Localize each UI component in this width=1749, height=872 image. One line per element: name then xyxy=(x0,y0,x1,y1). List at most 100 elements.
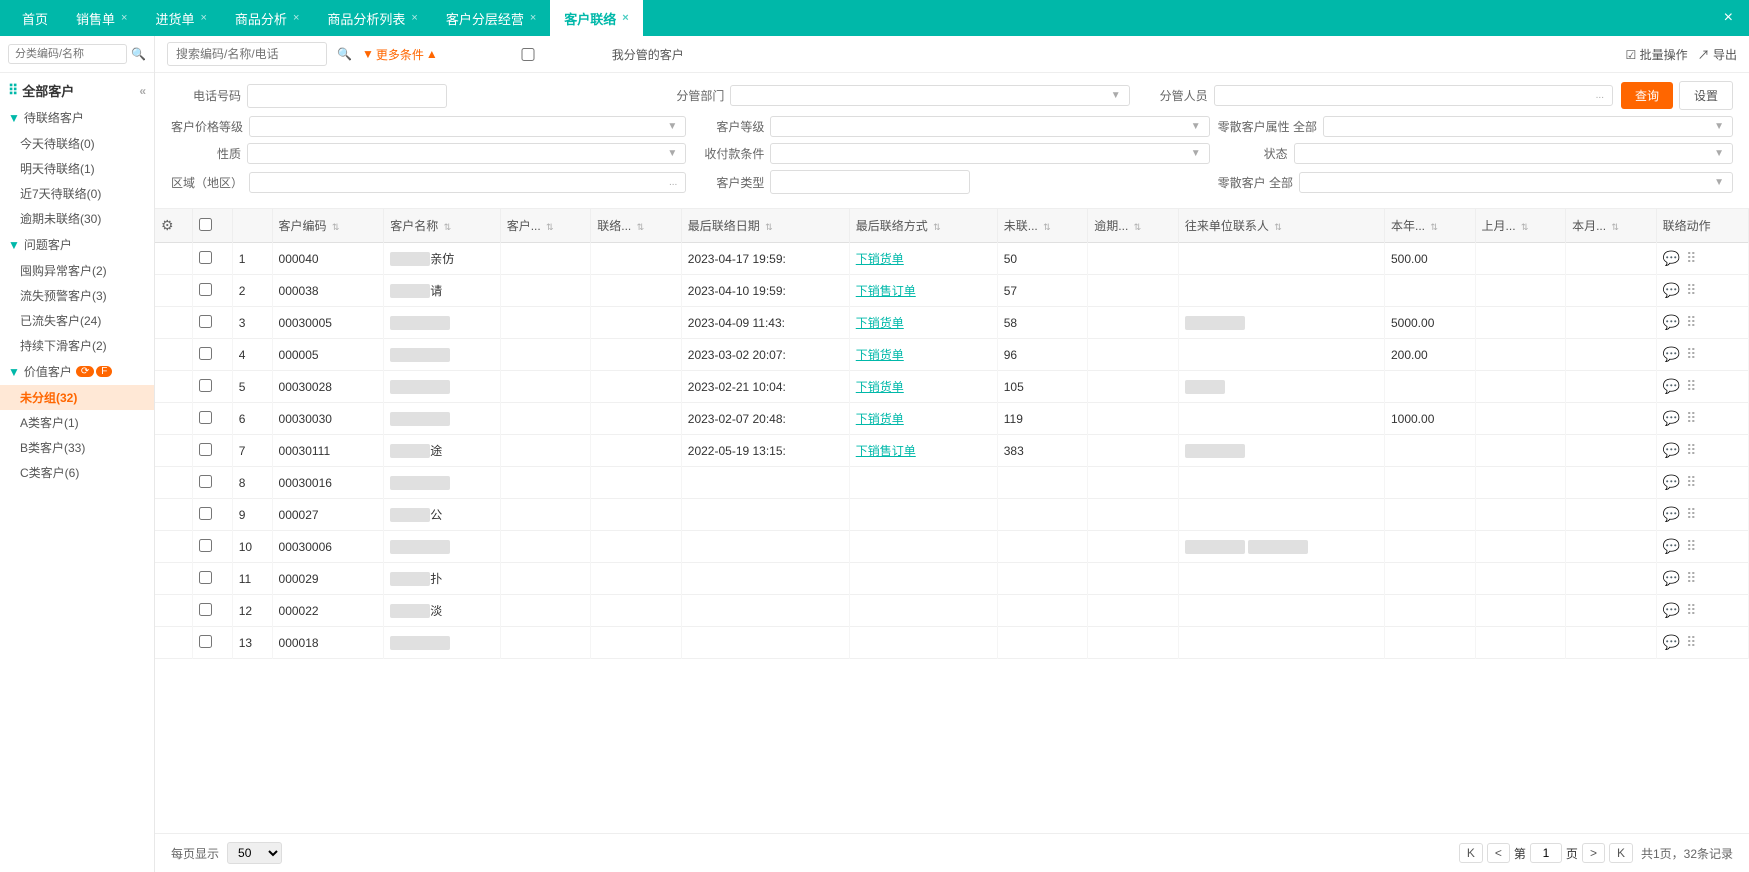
apps-icon[interactable]: ⠿ xyxy=(1686,570,1696,587)
message-icon[interactable]: 💬 xyxy=(1663,346,1680,363)
sidebar-item-overdue[interactable]: 逾期未联络(30) xyxy=(0,206,154,231)
apps-icon[interactable]: ⠿ xyxy=(1686,474,1696,491)
batch-op-button[interactable]: ☑ 批量操作 xyxy=(1626,46,1688,63)
th-code[interactable]: 客户编码 ⇅ xyxy=(272,209,384,243)
next-page-button[interactable]: > xyxy=(1582,843,1605,863)
sidebar-item-today[interactable]: 今天待联络(0) xyxy=(0,131,154,156)
td-checkbox[interactable] xyxy=(193,339,232,371)
sidebar-item-class-a[interactable]: A类客户(1) xyxy=(0,410,154,435)
apps-icon[interactable]: ⠿ xyxy=(1686,378,1696,395)
apps-icon[interactable]: ⠿ xyxy=(1686,410,1696,427)
more-filters-button[interactable]: ▼ 更多条件 ▲ xyxy=(362,46,438,63)
th-overdue[interactable]: 逾期... ⇅ xyxy=(1088,209,1179,243)
row-checkbox[interactable] xyxy=(199,635,212,648)
td-checkbox[interactable] xyxy=(193,499,232,531)
th-last-date[interactable]: 最后联络日期 ⇅ xyxy=(681,209,849,243)
price-grade-select[interactable]: ▼ xyxy=(249,116,686,137)
sidebar-item-churn-warning[interactable]: 流失预警客户(3) xyxy=(0,283,154,308)
th-gear[interactable]: ⚙ xyxy=(155,209,193,243)
filter-search-icon[interactable]: 🔍 xyxy=(337,47,352,61)
first-page-button[interactable]: K xyxy=(1459,843,1483,863)
sidebar-item-class-b[interactable]: B类客户(33) xyxy=(0,435,154,460)
nav-product-list-close[interactable]: × xyxy=(411,12,417,24)
th-last-method[interactable]: 最后联络方式 ⇅ xyxy=(849,209,997,243)
td-checkbox[interactable] xyxy=(193,307,232,339)
row-checkbox[interactable] xyxy=(199,347,212,360)
customer-grade-select[interactable]: ▼ xyxy=(770,116,1209,137)
contact-method-link[interactable]: 下销货单 xyxy=(856,412,904,426)
contact-method-link[interactable]: 下销货单 xyxy=(856,348,904,362)
row-checkbox[interactable] xyxy=(199,315,212,328)
prev-page-button[interactable]: < xyxy=(1487,843,1510,863)
nav-product-analysis[interactable]: 商品分析 × xyxy=(221,0,313,36)
message-icon[interactable]: 💬 xyxy=(1663,538,1680,555)
sidebar-search-input[interactable] xyxy=(8,44,127,64)
page-number-input[interactable] xyxy=(1530,843,1562,863)
phone-input[interactable] xyxy=(247,84,447,108)
retail-attr-select[interactable]: ▼ xyxy=(1323,116,1733,137)
row-checkbox[interactable] xyxy=(199,283,212,296)
row-checkbox[interactable] xyxy=(199,571,212,584)
payment-select[interactable]: ▼ xyxy=(770,143,1209,164)
apps-icon[interactable]: ⠿ xyxy=(1686,506,1696,523)
contact-method-link[interactable]: 下销货单 xyxy=(856,316,904,330)
apps-icon[interactable]: ⠿ xyxy=(1686,442,1696,459)
apps-icon[interactable]: ⠿ xyxy=(1686,282,1696,299)
message-icon[interactable]: 💬 xyxy=(1663,378,1680,395)
export-button[interactable]: ↗ 导出 xyxy=(1698,46,1737,63)
my-customers-checkbox[interactable] xyxy=(448,48,608,61)
window-close-button[interactable]: × xyxy=(1716,9,1741,27)
sidebar-item-declining[interactable]: 持续下滑客户(2) xyxy=(0,333,154,358)
th-this-year[interactable]: 本年... ⇅ xyxy=(1384,209,1475,243)
pending-group-header[interactable]: ▼ 待联络客户 xyxy=(0,104,154,131)
th-not-contacted[interactable]: 未联... ⇅ xyxy=(997,209,1088,243)
message-icon[interactable]: 💬 xyxy=(1663,250,1680,267)
sidebar-item-7days[interactable]: 近7天待联络(0) xyxy=(0,181,154,206)
row-checkbox[interactable] xyxy=(199,251,212,264)
all-customers-header[interactable]: ⠿ 全部客户 « xyxy=(0,73,154,104)
row-checkbox[interactable] xyxy=(199,539,212,552)
th-type[interactable]: 客户... ⇅ xyxy=(500,209,591,243)
th-contact[interactable]: 联络... ⇅ xyxy=(591,209,682,243)
apps-icon[interactable]: ⠿ xyxy=(1686,538,1696,555)
sidebar-item-tomorrow[interactable]: 明天待联络(1) xyxy=(0,156,154,181)
nav-sales[interactable]: 销售单 × xyxy=(62,0,141,36)
contact-method-link[interactable]: 下销售订单 xyxy=(856,444,916,458)
td-checkbox[interactable] xyxy=(193,371,232,403)
problem-group-header[interactable]: ▼ 问题客户 xyxy=(0,231,154,258)
reset-button[interactable]: 设置 xyxy=(1679,81,1733,110)
message-icon[interactable]: 💬 xyxy=(1663,314,1680,331)
nav-customer-contact-close[interactable]: × xyxy=(622,12,628,24)
query-button[interactable]: 查询 xyxy=(1621,82,1673,109)
nature-select[interactable]: ▼ xyxy=(247,143,686,164)
th-last-month[interactable]: 上月... ⇅ xyxy=(1475,209,1566,243)
value-group-header[interactable]: ▼ 价值客户 ⟳ F xyxy=(0,358,154,385)
th-related-contact[interactable]: 往来单位联系人 ⇅ xyxy=(1178,209,1384,243)
td-checkbox[interactable] xyxy=(193,531,232,563)
td-checkbox[interactable] xyxy=(193,563,232,595)
message-icon[interactable]: 💬 xyxy=(1663,474,1680,491)
page-size-select[interactable]: 50 100 xyxy=(227,842,282,864)
gear-icon[interactable]: ⚙ xyxy=(161,217,174,233)
my-customers-checkbox-label[interactable]: 我分管的客户 xyxy=(448,46,684,63)
td-checkbox[interactable] xyxy=(193,595,232,627)
th-this-month[interactable]: 本月... ⇅ xyxy=(1566,209,1657,243)
nav-product-list[interactable]: 商品分析列表 × xyxy=(313,0,431,36)
manager-select[interactable]: ... xyxy=(1214,85,1613,106)
last-page-button[interactable]: K xyxy=(1609,843,1633,863)
apps-icon[interactable]: ⠿ xyxy=(1686,314,1696,331)
nav-customer-contact[interactable]: 客户联络 × xyxy=(550,0,642,36)
sidebar-item-class-c[interactable]: C类客户(6) xyxy=(0,460,154,485)
apps-icon[interactable]: ⠿ xyxy=(1686,634,1696,651)
nav-product-analysis-close[interactable]: × xyxy=(293,12,299,24)
sidebar-item-churned[interactable]: 已流失客户(24) xyxy=(0,308,154,333)
select-all-checkbox[interactable] xyxy=(199,218,212,231)
dept-select[interactable]: ▼ xyxy=(730,85,1129,106)
td-checkbox[interactable] xyxy=(193,467,232,499)
message-icon[interactable]: 💬 xyxy=(1663,570,1680,587)
nav-purchase[interactable]: 进货单 × xyxy=(141,0,220,36)
sidebar-item-abnormal[interactable]: 囤购异常客户(2) xyxy=(0,258,154,283)
contact-method-link[interactable]: 下销货单 xyxy=(856,380,904,394)
apps-icon[interactable]: ⠿ xyxy=(1686,602,1696,619)
retail-customer-select[interactable]: ▼ xyxy=(1299,172,1733,193)
